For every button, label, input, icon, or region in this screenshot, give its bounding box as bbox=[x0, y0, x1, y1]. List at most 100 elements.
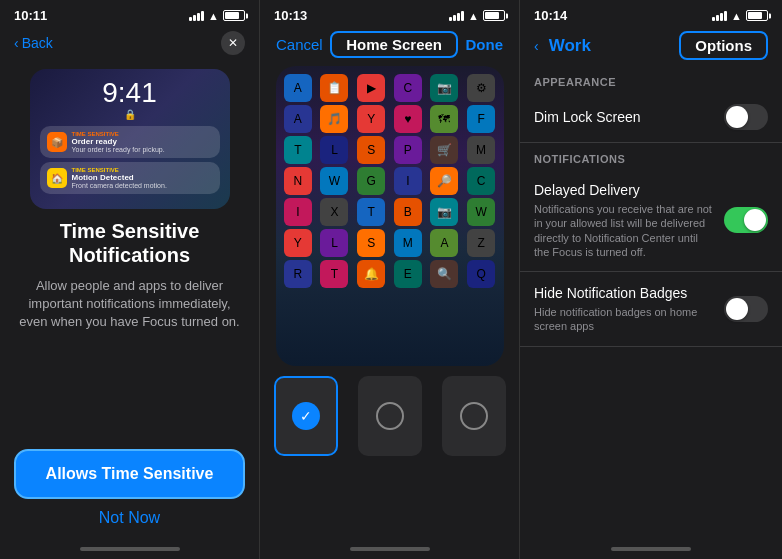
panel-home-screen: 10:13 ▲ Cancel Home Screen Done A 📋 ▶ C bbox=[260, 0, 520, 559]
app-icon: R bbox=[284, 260, 312, 288]
app-icon: 🔍 bbox=[430, 260, 458, 288]
back-button-3[interactable]: ‹ bbox=[534, 38, 539, 54]
notif-body-2: Front camera detected motion. bbox=[72, 182, 213, 189]
options-tab[interactable]: Options bbox=[679, 31, 768, 60]
panel-2-nav: Cancel Home Screen Done bbox=[260, 27, 519, 66]
toggle-thumb-off bbox=[726, 298, 748, 320]
app-icon: Q bbox=[467, 260, 495, 288]
app-icon: C bbox=[467, 167, 495, 195]
app-icon: M bbox=[394, 229, 422, 257]
app-icon: Z bbox=[467, 229, 495, 257]
app-icon: Y bbox=[284, 229, 312, 257]
allows-time-sensitive-button[interactable]: Allows Time Sensitive bbox=[14, 449, 245, 499]
status-bar-3: 10:14 ▲ bbox=[520, 0, 782, 27]
home-indicator-3 bbox=[611, 547, 691, 551]
done-button[interactable]: Done bbox=[465, 36, 503, 53]
hide-badges-label: Hide Notification Badges bbox=[534, 285, 687, 301]
check-icon: ✓ bbox=[292, 402, 320, 430]
home-screen-tab: Home Screen bbox=[330, 31, 458, 58]
panel-time-sensitive: 10:11 ▲ ‹ Back ✕ 9:41 🔒 📦 TIME SENS bbox=[0, 0, 260, 559]
home-screen-preview: A 📋 ▶ C 📷 ⚙ A 🎵 Y ♥ 🗺 F T L S P 🛒 bbox=[276, 66, 504, 366]
work-tab[interactable]: Work bbox=[543, 36, 597, 56]
wifi-icon-2: ▲ bbox=[468, 10, 479, 22]
signal-icon-1 bbox=[189, 11, 204, 21]
app-icon: ▶ bbox=[357, 74, 385, 102]
status-time-2: 10:13 bbox=[274, 8, 307, 23]
app-icon: Y bbox=[357, 105, 385, 133]
lock-icon: 🔒 bbox=[124, 109, 136, 120]
app-icon: B bbox=[394, 198, 422, 226]
page-option-1[interactable]: ✓ bbox=[274, 376, 338, 456]
panel-options: 10:14 ▲ ‹ Work Options APPEARANCE Dim Lo… bbox=[520, 0, 782, 559]
wifi-icon-3: ▲ bbox=[731, 10, 742, 22]
hide-badges-toggle[interactable] bbox=[724, 296, 768, 322]
appearance-section-label: APPEARANCE bbox=[520, 66, 782, 92]
delayed-delivery-desc: Notifications you receive that are not i… bbox=[534, 202, 714, 259]
home-indicator-2 bbox=[350, 547, 430, 551]
app-icon: A bbox=[430, 229, 458, 257]
notif-body-1: Your order is ready for pickup. bbox=[72, 146, 213, 153]
page-option-3[interactable] bbox=[442, 376, 506, 456]
main-desc: Allow people and apps to deliver importa… bbox=[18, 277, 241, 332]
cancel-button[interactable]: Cancel bbox=[276, 36, 323, 53]
status-bar-1: 10:11 ▲ bbox=[0, 0, 259, 27]
dim-lock-screen-toggle[interactable] bbox=[724, 104, 768, 130]
page-selector: ✓ bbox=[274, 376, 506, 456]
app-icon: E bbox=[394, 260, 422, 288]
notif-title-1: Order ready bbox=[72, 137, 213, 146]
lock-screen-preview: 9:41 🔒 📦 TIME SENSITIVE Order ready Your… bbox=[30, 69, 230, 209]
status-icons-3: ▲ bbox=[712, 10, 768, 22]
toggle-thumb bbox=[726, 106, 748, 128]
battery-icon-2 bbox=[483, 10, 505, 21]
app-icon: L bbox=[320, 136, 348, 164]
unchecked-circle bbox=[376, 402, 404, 430]
notif-title-2: Motion Detected bbox=[72, 173, 213, 182]
page-option-2[interactable] bbox=[358, 376, 422, 456]
app-icon: W bbox=[467, 198, 495, 226]
delayed-delivery-row: Delayed Delivery Notifications you recei… bbox=[520, 169, 782, 272]
app-icon: C bbox=[394, 74, 422, 102]
app-icon: 🎵 bbox=[320, 105, 348, 133]
app-icon: X bbox=[320, 198, 348, 226]
back-button[interactable]: ‹ Back bbox=[14, 35, 53, 51]
panel-1-content: Time Sensitive Notifications Allow peopl… bbox=[0, 219, 259, 449]
hide-badges-desc: Hide notification badges on home screen … bbox=[534, 305, 714, 334]
unchecked-circle bbox=[460, 402, 488, 430]
app-icon: ♥ bbox=[394, 105, 422, 133]
not-now-button[interactable]: Not Now bbox=[99, 509, 160, 527]
signal-icon-3 bbox=[712, 11, 727, 21]
app-icon: P bbox=[394, 136, 422, 164]
lock-time: 9:41 bbox=[102, 79, 157, 107]
app-icon: 🔎 bbox=[430, 167, 458, 195]
delayed-delivery-toggle[interactable] bbox=[724, 207, 768, 233]
app-icon: M bbox=[467, 136, 495, 164]
app-icon: S bbox=[357, 229, 385, 257]
chevron-left-icon: ‹ bbox=[14, 35, 19, 51]
app-icon: ⚙ bbox=[467, 74, 495, 102]
app-icon: T bbox=[284, 136, 312, 164]
dim-lock-screen-label: Dim Lock Screen bbox=[534, 109, 641, 125]
app-grid: A 📋 ▶ C 📷 ⚙ A 🎵 Y ♥ 🗺 F T L S P 🛒 bbox=[276, 66, 504, 366]
status-time-1: 10:11 bbox=[14, 8, 47, 23]
toggle-thumb-on bbox=[744, 209, 766, 231]
battery-icon-3 bbox=[746, 10, 768, 21]
chevron-left-icon-3: ‹ bbox=[534, 38, 539, 54]
close-button[interactable]: ✕ bbox=[221, 31, 245, 55]
wifi-icon-1: ▲ bbox=[208, 10, 219, 22]
app-icon: I bbox=[284, 198, 312, 226]
dim-lock-screen-row: Dim Lock Screen bbox=[520, 92, 782, 143]
notification-card-2: 🏠 TIME SENSITIVE Motion Detected Front c… bbox=[40, 162, 220, 194]
status-time-3: 10:14 bbox=[534, 8, 567, 23]
app-icon: L bbox=[320, 229, 348, 257]
app-icon: A bbox=[284, 74, 312, 102]
home-indicator-1 bbox=[80, 547, 180, 551]
main-title: Time Sensitive Notifications bbox=[18, 219, 241, 267]
app-icon: I bbox=[394, 167, 422, 195]
app-icon: W bbox=[320, 167, 348, 195]
app-icon: 📷 bbox=[430, 198, 458, 226]
app-icon: 🔔 bbox=[357, 260, 385, 288]
app-icon: 🛒 bbox=[430, 136, 458, 164]
app-icon: S bbox=[357, 136, 385, 164]
panel-1-nav: ‹ Back ✕ bbox=[0, 27, 259, 63]
signal-icon-2 bbox=[449, 11, 464, 21]
